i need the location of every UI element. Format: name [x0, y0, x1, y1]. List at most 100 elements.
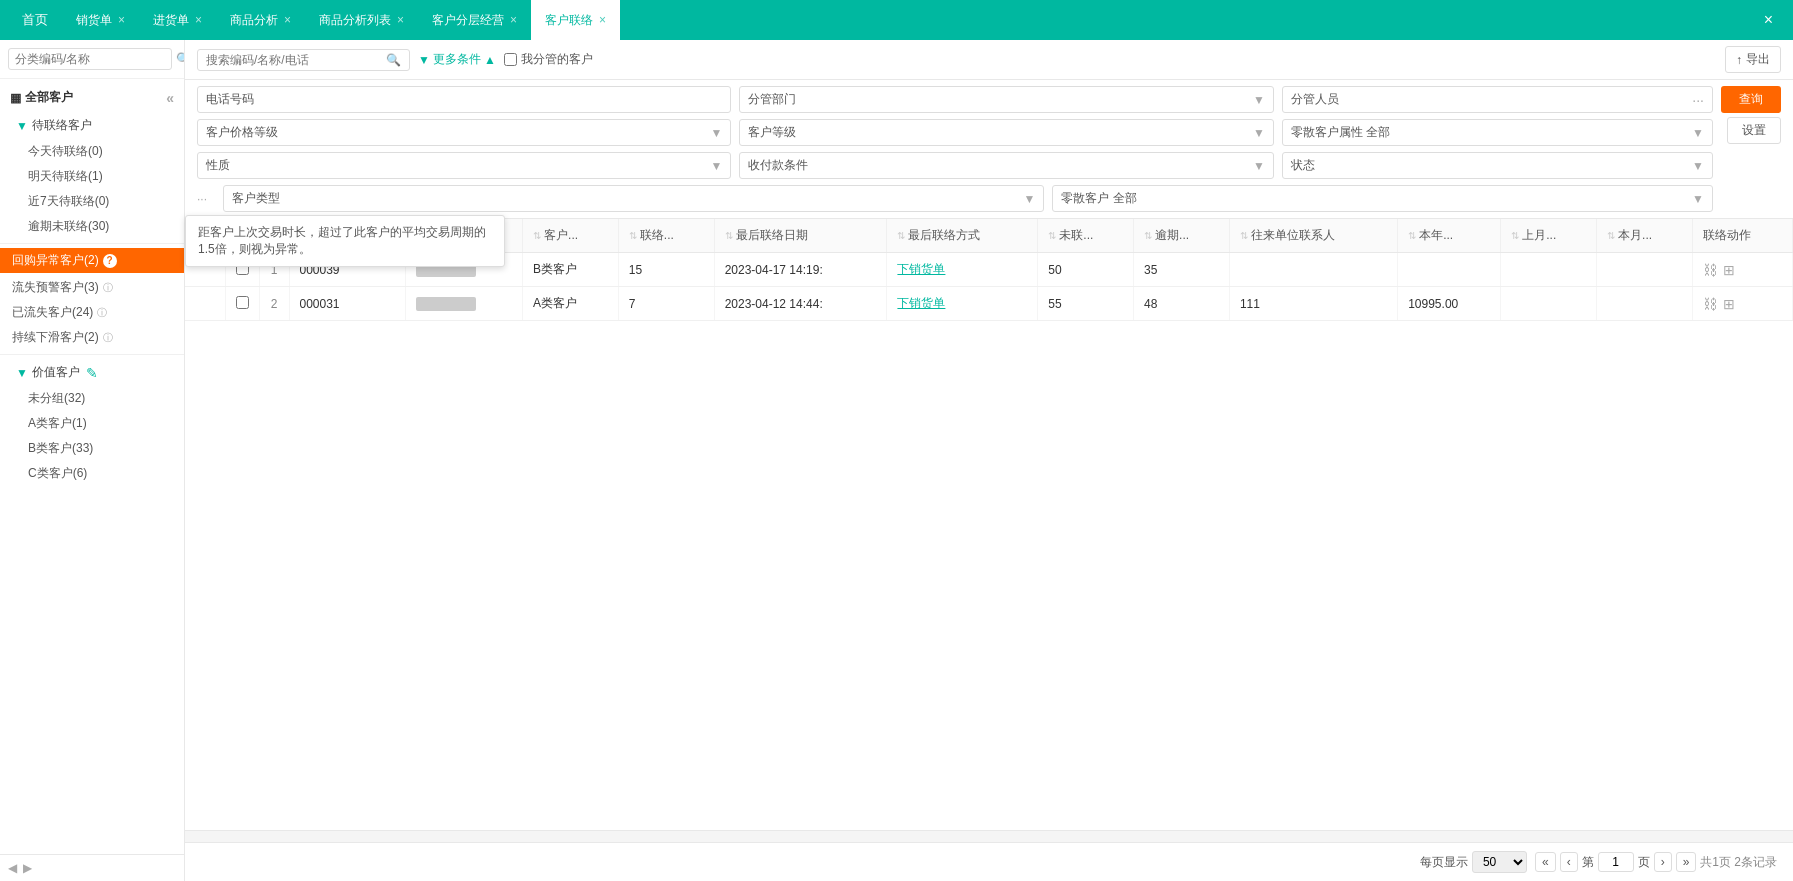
row1-uncontacted: 50 [1038, 253, 1134, 287]
page-prev-button[interactable]: ‹ [1560, 852, 1578, 872]
nav-home[interactable]: 首页 [8, 0, 62, 40]
th-this-year[interactable]: 本年... [1398, 219, 1501, 253]
row1-last-month [1501, 253, 1597, 287]
sidebar-item-overdue-pending[interactable]: 逾期未联络(30) [0, 214, 184, 239]
th-type[interactable]: 客户... [523, 219, 619, 253]
filter-customer-type[interactable]: 客户类型 ▼ [223, 185, 1044, 212]
th-actions: 联络动作 [1692, 219, 1792, 253]
nav-purchase-order[interactable]: 进货单 × [139, 0, 216, 40]
row1-grid-icon[interactable]: ⊞ [1723, 262, 1735, 278]
row1-unit-contact [1229, 253, 1397, 287]
export-icon: ↑ [1736, 53, 1742, 67]
th-contact[interactable]: 联络... [618, 219, 714, 253]
filter-more-conditions[interactable]: ▼ 更多条件 ▲ [418, 51, 496, 68]
sidebar-item-today-pending[interactable]: 今天待联络(0) [0, 139, 184, 164]
per-page-select[interactable]: 50 20 100 [1472, 851, 1527, 873]
query-button[interactable]: 查询 [1721, 86, 1781, 113]
th-last-contact-method[interactable]: 最后联络方式 [887, 219, 1038, 253]
th-last-month[interactable]: 上月... [1501, 219, 1597, 253]
filter-more-dots[interactable]: ··· [197, 188, 207, 210]
sidebar-item-unclassified[interactable]: 未分组(32) [0, 386, 184, 411]
chevron-down-icon-4: ▼ [1692, 126, 1704, 140]
sidebar-item-class-c[interactable]: C类客户(6) [0, 461, 184, 486]
dots-icon[interactable]: ··· [1692, 92, 1704, 108]
nav-product-analysis-list[interactable]: 商品分析列表 × [305, 0, 418, 40]
th-uncontacted[interactable]: 未联... [1038, 219, 1134, 253]
info-icon-churned[interactable]: ⓘ [97, 306, 107, 320]
info-icon-repurchase[interactable]: ? [103, 254, 117, 268]
row2-this-year: 10995.00 [1398, 287, 1501, 321]
sidebar-group-value[interactable]: ▼ 价值客户 ✎ [0, 359, 184, 386]
sidebar-item-churned[interactable]: 已流失客户(24) ⓘ [0, 300, 184, 325]
sidebar-search-icon[interactable]: 🔍 [176, 52, 185, 66]
search-icon[interactable]: 🔍 [386, 53, 401, 67]
chevron-down-icon-9: ▼ [1692, 192, 1704, 206]
sidebar-item-declining[interactable]: 持续下滑客户(2) ⓘ [0, 325, 184, 350]
sidebar-collapse-button[interactable]: « [166, 90, 174, 106]
filter-payment[interactable]: 收付款条件 ▼ [739, 152, 1273, 179]
close-sales-order-tab[interactable]: × [118, 13, 125, 27]
edit-value-icon[interactable]: ✎ [86, 365, 98, 381]
row2-overdue: 48 [1134, 287, 1230, 321]
page-number-input[interactable] [1598, 852, 1634, 872]
advanced-filter: 电话号码 分管部门 ▼ 分管人员 ··· [185, 80, 1793, 219]
row2-select[interactable] [236, 296, 249, 309]
close-product-analysis-list-tab[interactable]: × [397, 13, 404, 27]
per-page-control: 每页显示 50 20 100 [1420, 851, 1527, 873]
table-area: ⚙ 客户编码 客户名称 客户... 联络... 最后联络日期 最后联络方式 未联… [185, 219, 1793, 830]
close-purchase-order-tab[interactable]: × [195, 13, 202, 27]
export-button[interactable]: ↑ 导出 [1725, 46, 1781, 73]
sidebar-item-churn-warning[interactable]: 流失预警客户(3) ⓘ [0, 275, 184, 300]
info-icon-declining[interactable]: ⓘ [103, 331, 113, 345]
nav-product-analysis[interactable]: 商品分析 × [216, 0, 305, 40]
sidebar-search-input[interactable] [8, 48, 172, 70]
row2-link-icon[interactable]: ⛓ [1703, 296, 1717, 312]
info-icon-churn-warning[interactable]: ⓘ [103, 281, 113, 295]
horizontal-scrollbar[interactable] [185, 830, 1793, 842]
row1-this-year [1398, 253, 1501, 287]
sidebar-item-tomorrow-pending[interactable]: 明天待联络(1) [0, 164, 184, 189]
filter-action-buttons: 查询 设置 [1721, 86, 1781, 144]
nav-sales-order[interactable]: 销货单 × [62, 0, 139, 40]
row2-grid-icon[interactable]: ⊞ [1723, 296, 1735, 312]
filter-nature[interactable]: 性质 ▼ [197, 152, 731, 179]
arrow-down-icon: ▼ [16, 119, 28, 133]
filter-price-tier[interactable]: 客户价格等级 ▼ [197, 119, 731, 146]
sidebar-left-arrow[interactable]: ◀ [8, 861, 17, 875]
nav-customer-contact[interactable]: 客户联络 × [531, 0, 620, 40]
sidebar-item-class-b[interactable]: B类客户(33) [0, 436, 184, 461]
filter-customer-tier[interactable]: 客户等级 ▼ [739, 119, 1273, 146]
filter-person[interactable]: 分管人员 ··· [1282, 86, 1713, 113]
sidebar-group-pending[interactable]: ▼ 待联络客户 [0, 112, 184, 139]
th-last-contact-date[interactable]: 最后联络日期 [714, 219, 887, 253]
row2-actions: ⛓ ⊞ [1692, 287, 1792, 321]
row2-unit-contact: 111 [1229, 287, 1397, 321]
nav-customer-tier[interactable]: 客户分层经营 × [418, 0, 531, 40]
sidebar-item-class-a[interactable]: A类客户(1) [0, 411, 184, 436]
sidebar-search-area: 🔍 [0, 40, 184, 79]
row2-contact: 7 [618, 287, 714, 321]
search-input[interactable] [206, 53, 386, 67]
close-product-analysis-tab[interactable]: × [284, 13, 291, 27]
sidebar-right-arrow[interactable]: ▶ [23, 861, 32, 875]
filter-phone[interactable]: 电话号码 [197, 86, 731, 113]
sidebar-item-7days-pending[interactable]: 近7天待联络(0) [0, 189, 184, 214]
filter-retail-attr[interactable]: 零散客户属性 全部 ▼ [1282, 119, 1713, 146]
settings-button[interactable]: 设置 [1727, 117, 1781, 144]
close-customer-contact-tab[interactable]: × [599, 13, 606, 27]
close-customer-tier-tab[interactable]: × [510, 13, 517, 27]
th-unit-contact[interactable]: 往来单位联系人 [1229, 219, 1397, 253]
sidebar-item-repurchase-abnormal[interactable]: 回购异常客户(2) ? [0, 248, 184, 273]
page-last-button[interactable]: » [1676, 852, 1697, 872]
window-close-button[interactable]: × [1752, 11, 1785, 29]
filter-retail-customer[interactable]: 零散客户 全部 ▼ [1052, 185, 1713, 212]
my-customers-checkbox[interactable] [504, 53, 517, 66]
filter-dept[interactable]: 分管部门 ▼ [739, 86, 1273, 113]
filter-status[interactable]: 状态 ▼ [1282, 152, 1713, 179]
th-overdue[interactable]: 逾期... [1134, 219, 1230, 253]
th-this-month[interactable]: 本月... [1597, 219, 1693, 253]
page-next-button[interactable]: › [1654, 852, 1672, 872]
page-first-button[interactable]: « [1535, 852, 1556, 872]
row1-link-icon[interactable]: ⛓ [1703, 262, 1717, 278]
sidebar-all-customers[interactable]: ▦ 全部客户 « [0, 83, 184, 112]
